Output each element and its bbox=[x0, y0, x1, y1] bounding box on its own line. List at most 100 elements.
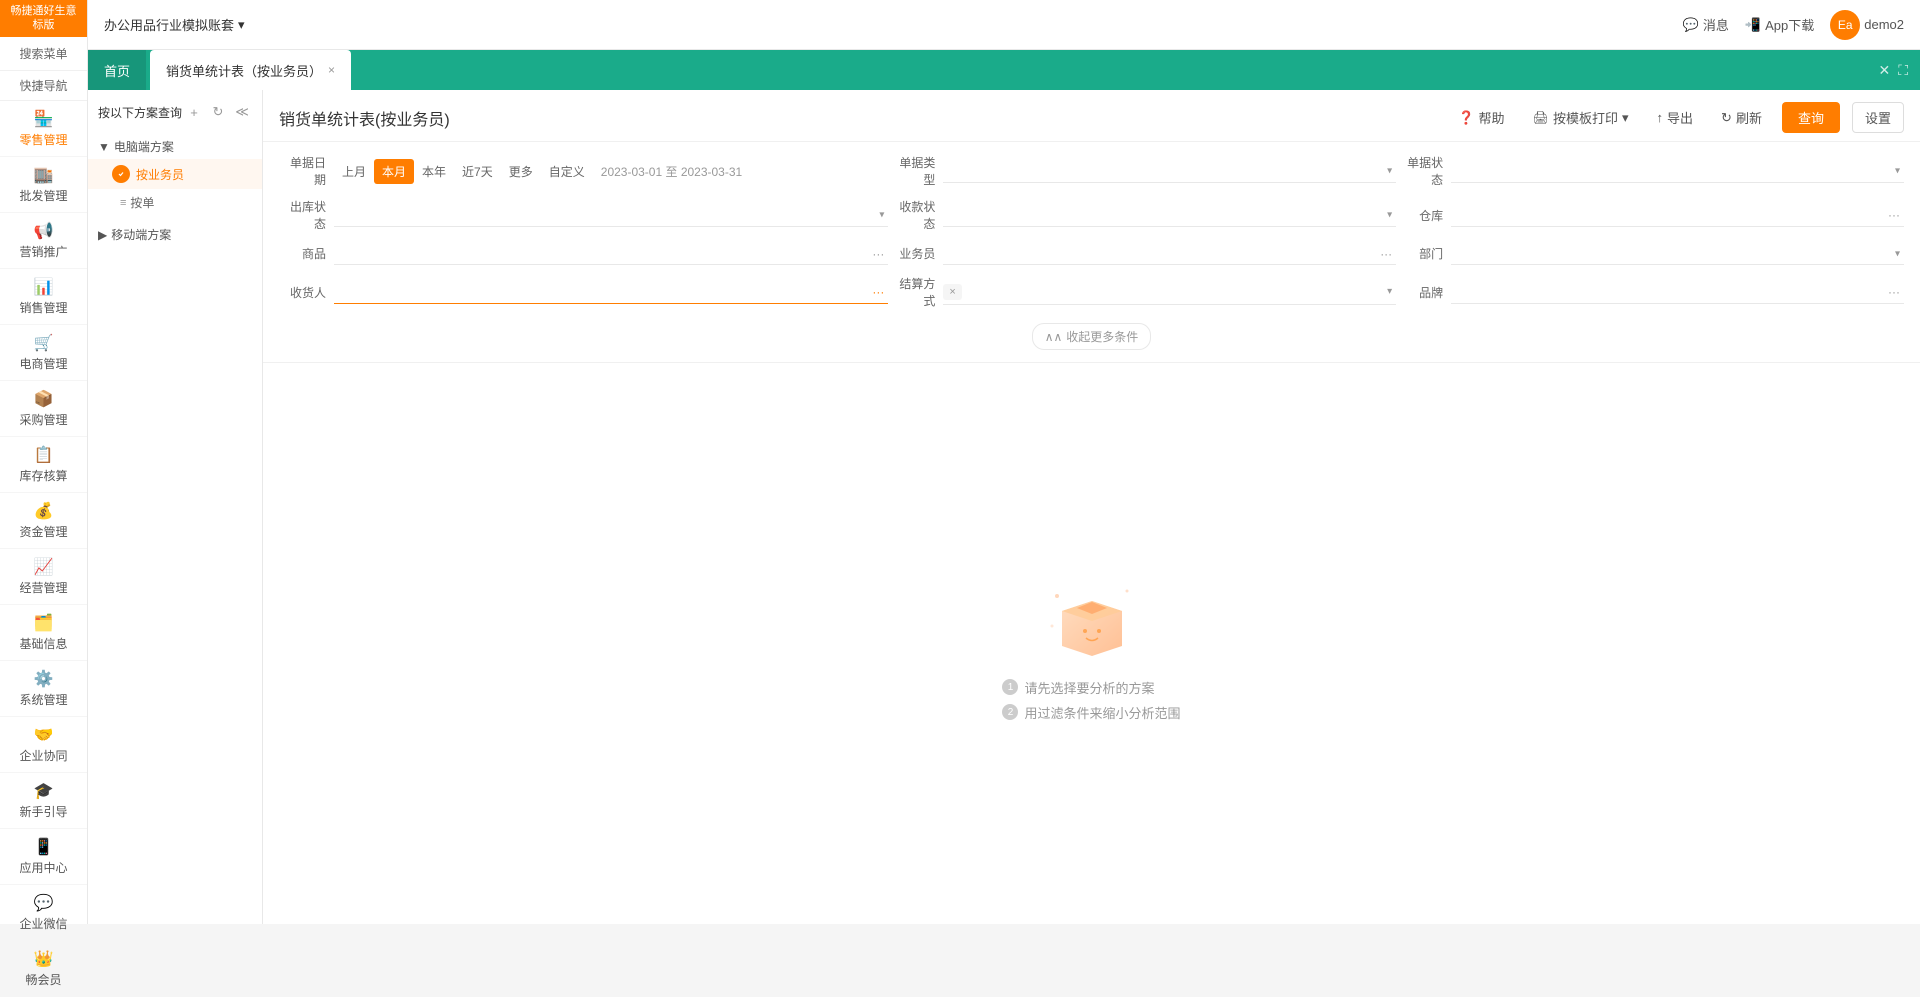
brand-input[interactable] bbox=[1451, 281, 1904, 304]
sidebar-item-system[interactable]: ⚙️ 系统管理 bbox=[0, 661, 87, 717]
topbar-left: 办公用品行业模拟账套 ▾ bbox=[104, 15, 245, 34]
help-btn[interactable]: ❓ 帮助 bbox=[1450, 104, 1512, 131]
tab-controls: ✕ ⛶ bbox=[1866, 62, 1920, 79]
collapse-btn[interactable]: ∧∧ 收起更多条件 bbox=[1032, 323, 1152, 350]
dept-select[interactable] bbox=[1451, 242, 1904, 265]
dropdown-icon: ▾ bbox=[238, 17, 245, 33]
collapse-panel-btn[interactable]: ≪ bbox=[232, 102, 252, 122]
sales-icon: 📊 bbox=[34, 277, 54, 297]
this-month-btn[interactable]: 本月 bbox=[374, 159, 414, 184]
empty-state: 1 请先选择要分析的方案 2 用过滤条件来缩小分析范围 bbox=[263, 363, 1920, 924]
salesperson-dots[interactable]: ··· bbox=[1380, 247, 1392, 261]
last-month-btn[interactable]: 上月 bbox=[334, 159, 374, 184]
content-area: 按以下方案查询 + ↻ ≪ ▼ 电脑端方案 按业务员 bbox=[88, 90, 1920, 924]
product-dots[interactable]: ··· bbox=[872, 247, 884, 261]
logo-text: 畅捷通好生意 bbox=[11, 4, 77, 18]
sidebar-item-finance[interactable]: 💰 资金管理 bbox=[0, 493, 87, 549]
tab-home[interactable]: 首页 bbox=[88, 50, 146, 90]
sidebar-item-ecommerce[interactable]: 🛒 电商管理 bbox=[0, 325, 87, 381]
refresh-scheme-btn[interactable]: ↻ bbox=[208, 102, 228, 122]
sidebar-item-wholesale[interactable]: 🏬 批发管理 bbox=[0, 157, 87, 213]
product-input[interactable] bbox=[334, 242, 888, 265]
export-btn[interactable]: ↑ 导出 bbox=[1649, 104, 1702, 131]
system-icon: ⚙️ bbox=[34, 669, 54, 689]
print-btn[interactable]: 🖨 按模板打印 ▾ bbox=[1524, 104, 1636, 131]
more-btn[interactable]: 更多 bbox=[501, 159, 541, 184]
filter-row-2: 出库状态 收款状态 bbox=[279, 198, 1904, 232]
brand-col: 品牌 ··· bbox=[1396, 281, 1904, 304]
warehouse-dots[interactable]: ··· bbox=[1888, 208, 1900, 222]
tab-close-all-icon[interactable]: ✕ bbox=[1878, 62, 1890, 79]
pc-scheme-title[interactable]: ▼ 电脑端方案 bbox=[88, 134, 262, 159]
scheme-sub-item-order[interactable]: ≡ 按单 bbox=[88, 189, 262, 216]
sidebar-item-label: 资金管理 bbox=[19, 523, 67, 540]
query-btn[interactable]: 查询 bbox=[1782, 102, 1840, 133]
product-col: 商品 ··· bbox=[279, 242, 888, 265]
sidebar-item-purchase[interactable]: 📦 采购管理 bbox=[0, 381, 87, 437]
sidebar-item-sales[interactable]: 📊 销售管理 bbox=[0, 269, 87, 325]
mobile-scheme-label: 移动端方案 bbox=[111, 226, 171, 243]
sidebar-item-label: 畅会员 bbox=[25, 971, 61, 988]
scheme-item-salesperson[interactable]: 按业务员 bbox=[88, 159, 262, 189]
warehouse-input[interactable] bbox=[1451, 204, 1904, 227]
left-panel-title: 按以下方案查询 bbox=[98, 104, 182, 121]
left-panel-header: 按以下方案查询 + ↻ ≪ bbox=[88, 98, 262, 130]
sidebar-item-marketing[interactable]: 📢 营销推广 bbox=[0, 213, 87, 269]
tab-maximize-icon[interactable]: ⛶ bbox=[1898, 62, 1908, 79]
export-label: 导出 bbox=[1667, 108, 1693, 127]
quick-nav[interactable]: 快捷导航 bbox=[0, 71, 87, 101]
page-title: 销货单统计表(按业务员) bbox=[279, 106, 450, 130]
receiver-control: ··· bbox=[334, 281, 888, 304]
last7-btn[interactable]: 近7天 bbox=[454, 159, 501, 184]
this-year-btn[interactable]: 本年 bbox=[414, 159, 454, 184]
sidebar-item-label: 企业协同 bbox=[19, 747, 67, 764]
sidebar-item-member[interactable]: 👑 畅会员 bbox=[0, 941, 87, 997]
receiver-dots[interactable]: ··· bbox=[872, 285, 884, 299]
sidebar-item-retail[interactable]: 🏪 零售管理 bbox=[0, 101, 87, 157]
sidebar-item-wechat[interactable]: 💬 企业微信 bbox=[0, 885, 87, 941]
type-select[interactable] bbox=[943, 160, 1396, 183]
sidebar-item-stock[interactable]: 📋 库存核算 bbox=[0, 437, 87, 493]
logo-subtext: 标版 bbox=[33, 18, 55, 32]
sidebar-item-newbie[interactable]: 🎓 新手引导 bbox=[0, 773, 87, 829]
sidebar-item-appstore[interactable]: 📱 应用中心 bbox=[0, 829, 87, 885]
warehouse-label: 仓库 bbox=[1396, 207, 1451, 224]
sidebar-item-label: 企业微信 bbox=[19, 915, 67, 932]
newbie-icon: 🎓 bbox=[34, 781, 54, 801]
sidebar-item-operations[interactable]: 📈 经营管理 bbox=[0, 549, 87, 605]
app-download-btn[interactable]: 📲 App下载 bbox=[1745, 15, 1814, 34]
date-filter-col: 单据日期 上月 本月 本年 近7天 更多 自定义 2023-03-01 至 20… bbox=[279, 154, 888, 188]
sidebar-item-enterprise[interactable]: 🤝 企业协同 bbox=[0, 717, 87, 773]
brand-dots[interactable]: ··· bbox=[1888, 285, 1900, 299]
salesperson-input[interactable] bbox=[943, 242, 1396, 265]
out-status-select[interactable] bbox=[334, 204, 888, 227]
pay-status-col: 收款状态 bbox=[888, 198, 1396, 232]
topbar-right: 💬 消息 📲 App下载 Ea demo2 bbox=[1683, 10, 1904, 40]
sidebar-search[interactable]: 搜索菜单 bbox=[0, 37, 87, 71]
message-icon: 💬 bbox=[1683, 17, 1699, 33]
pc-scheme-label: 电脑端方案 bbox=[114, 138, 174, 155]
message-btn[interactable]: 💬 消息 bbox=[1683, 15, 1729, 34]
pay-status-select[interactable] bbox=[943, 204, 1396, 227]
custom-btn[interactable]: 自定义 bbox=[541, 159, 593, 184]
refresh-btn[interactable]: ↻ 刷新 bbox=[1713, 104, 1770, 131]
account-selector[interactable]: 办公用品行业模拟账套 ▾ bbox=[104, 15, 245, 34]
tab-close-btn[interactable]: × bbox=[328, 63, 335, 77]
status-select[interactable] bbox=[1451, 160, 1904, 183]
mobile-scheme-group[interactable]: ▶ 移动端方案 bbox=[88, 220, 262, 249]
status-label: 单据状态 bbox=[1396, 154, 1451, 188]
sidebar-item-basic[interactable]: 🗂️ 基础信息 bbox=[0, 605, 87, 661]
tab-sales-stat[interactable]: 销货单统计表（按业务员） × bbox=[150, 50, 351, 90]
scheme-item-label: 按业务员 bbox=[136, 166, 184, 183]
dept-label: 部门 bbox=[1396, 245, 1451, 262]
brand-label: 品牌 bbox=[1396, 284, 1451, 301]
payment-tag-close[interactable]: × bbox=[949, 286, 955, 298]
payment-dropdown-icon[interactable]: ▾ bbox=[1387, 286, 1392, 297]
add-scheme-btn[interactable]: + bbox=[184, 102, 204, 122]
sidebar-item-label: 应用中心 bbox=[19, 859, 67, 876]
receiver-input[interactable] bbox=[334, 281, 888, 304]
settings-btn[interactable]: 设置 bbox=[1852, 102, 1904, 133]
sidebar-item-label: 基础信息 bbox=[19, 635, 67, 652]
print-label: 按模板打印 bbox=[1553, 108, 1618, 127]
user-avatar-btn[interactable]: Ea demo2 bbox=[1830, 10, 1904, 40]
